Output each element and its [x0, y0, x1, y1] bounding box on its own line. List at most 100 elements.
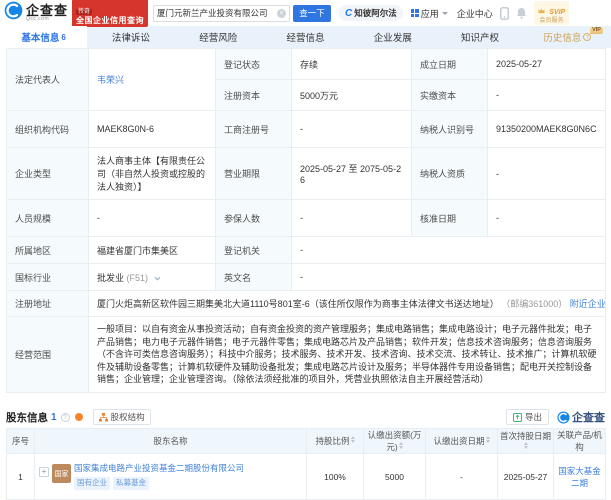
tab-operating-risk[interactable]: 经营风险: [175, 26, 262, 48]
sort-icon: [350, 436, 355, 443]
apps-label: 应用: [420, 8, 439, 19]
tab-label: 经营信息: [286, 33, 325, 44]
chevron-down-icon: [441, 11, 448, 15]
field-value: -: [291, 110, 412, 148]
first-holding-date: 2025-05-27: [497, 453, 554, 500]
qcc-watermark-icon: [557, 410, 570, 424]
qcc-watermark: 企查查: [557, 409, 605, 425]
field-label: 组织机构代码: [6, 110, 89, 148]
export-button[interactable]: 导出: [505, 409, 549, 425]
row-index: 1: [6, 453, 35, 500]
subscribed-date: -: [425, 453, 498, 500]
clear-icon[interactable]: ×: [277, 8, 287, 18]
business-scope-value: 一般项目：以自有资金从事投资活动；自有资金投资的资产管理服务；集成电路销售；集成…: [88, 316, 606, 393]
qcc-company-page: 企查查 Qcc.com 传奇 全国企业信用查询 × 查一下 C 知彼阿尔法 应用…: [0, 0, 611, 500]
notification-bell-icon[interactable]: [516, 7, 527, 19]
field-label: 实缴资本: [411, 79, 488, 111]
sort-icon: [485, 436, 490, 443]
help-circle-icon[interactable]: ?: [60, 412, 70, 422]
svip-member-link[interactable]: SVIP 会员服务: [533, 1, 570, 25]
tab-intellectual-property[interactable]: 知识产权: [436, 26, 523, 48]
equity-structure-label: 股权结构: [110, 412, 145, 422]
related-product-link[interactable]: 国家大基金二期: [558, 466, 601, 488]
credit-query-badge: 传奇 全国企业信用查询: [72, 0, 149, 28]
section-tab-bar: 基本信息 6 法律诉讼 经营风险 经营信息 企业发展 知识产权 历史信息 ? V…: [0, 26, 611, 48]
column-header-sortable[interactable]: 认缴出资额(万元): [363, 428, 426, 454]
field-label: 注册地址: [6, 290, 89, 317]
tab-history-info[interactable]: 历史信息 ? VIP: [524, 26, 611, 48]
field-label: 纳税人资质: [411, 147, 488, 200]
column-header-sortable[interactable]: 持股比例: [306, 428, 364, 454]
zhibi-alpha-link[interactable]: C 知彼阿尔法: [339, 5, 403, 21]
tab-enterprise-development[interactable]: 企业发展: [349, 26, 436, 48]
basic-info-table: 法定代表人 韦荣兴 登记状态 存续 成立日期 2025-05-27 注册资本 5…: [6, 48, 606, 393]
subscribed-amount: 5000: [363, 453, 426, 500]
field-label: 营业期限: [215, 147, 292, 200]
qcc-logo[interactable]: 企查查 Qcc.com: [4, 1, 68, 25]
field-value: 91350200MAEK8G0N6C: [487, 110, 606, 148]
shareholders-title: 股东信息: [6, 411, 48, 424]
mobile-app-icon[interactable]: [499, 6, 509, 20]
shareholders-table-header-row: 序号 股东名称 持股比例 认缴出资额(万元) 认缴出资日期 首次持股日期 关联产…: [6, 428, 606, 454]
sort-icon: [524, 442, 528, 449]
industry-code: (F51): [126, 272, 149, 283]
legal-representative-link[interactable]: 韦荣兴: [97, 75, 124, 85]
shareholder-tag[interactable]: 私募基金: [113, 477, 149, 490]
field-value: 福建省厦门市集美区: [88, 236, 216, 264]
field-label: 参保人数: [215, 199, 292, 237]
column-header: 关联产品/机构: [553, 428, 606, 454]
tab-label: 历史信息: [543, 33, 582, 44]
holding-ratio: 100%: [306, 453, 364, 500]
shareholders-table: 序号 股东名称 持股比例 认缴出资额(万元) 认缴出资日期 首次持股日期 关联产…: [6, 428, 606, 500]
search-input[interactable]: [157, 8, 278, 18]
industry-value: 批发业: [97, 272, 125, 283]
field-label: 所属地区: [6, 236, 89, 264]
shareholder-avatar: 国家: [52, 464, 71, 484]
shareholder-name-link[interactable]: 国家集成电路产业投资基金二期股份有限公司: [74, 463, 244, 473]
expand-plus-icon[interactable]: +: [39, 467, 49, 478]
field-label: 纳税人识别号: [411, 110, 488, 148]
export-icon: [513, 412, 522, 422]
apps-menu[interactable]: 应用: [410, 7, 448, 20]
field-label: 人员规模: [6, 199, 89, 237]
orange-dot-badge: [74, 413, 83, 421]
registered-address-cell: 厦门火炬高新区软件园三期集美北大道1110号801室-6（该住所仅限作为商事主体…: [88, 290, 606, 317]
tab-count-badge: 6: [61, 32, 66, 42]
field-label: 登记机关: [215, 236, 292, 264]
column-header-sortable[interactable]: 首次持股日期: [497, 428, 554, 454]
column-header-label: 首次持股日期: [500, 431, 552, 441]
field-value: -: [291, 236, 606, 264]
field-label: 法定代表人: [6, 48, 89, 111]
field-label: 成立日期: [411, 48, 488, 80]
address-value: 厦门火炬高新区软件园三期集美北大道1110号801室-6（该住所仅限作为商事主体…: [97, 299, 499, 309]
vip-badge: VIP: [590, 27, 603, 35]
tab-legal-litigation[interactable]: 法律诉讼: [87, 26, 174, 48]
equity-structure-button[interactable]: 股权结构: [92, 409, 151, 425]
field-value: 法人商事主体【有限责任公司（非自然人投资或控股的法人独资）】: [88, 147, 216, 200]
column-header-label: 认缴出资额(万元): [367, 430, 422, 452]
field-value: -: [487, 79, 606, 111]
column-header-sortable[interactable]: 认缴出资日期: [425, 428, 498, 454]
info-circle-icon: ?: [583, 33, 592, 41]
field-value: -: [291, 263, 606, 291]
tab-business-info[interactable]: 经营信息: [262, 26, 349, 48]
field-value: -: [487, 147, 606, 200]
search-button[interactable]: 查一下: [293, 4, 332, 22]
tab-basic-info[interactable]: 基本信息 6: [0, 26, 88, 48]
nearby-companies-link[interactable]: 附近企业: [570, 299, 605, 309]
tab-label: 企业发展: [373, 33, 412, 44]
sort-icon: [398, 442, 403, 449]
field-value: -: [487, 199, 606, 237]
field-value: 2025-05-27: [487, 48, 606, 80]
field-label: 注册资本: [215, 79, 292, 111]
shareholder-row: 1 + 国家 国家集成电路产业投资基金二期股份有限公司 国有企业 私募基金 10…: [6, 453, 606, 500]
svip-sublabel: 会员服务: [539, 18, 564, 24]
shareholder-name-cell: + 国家 国家集成电路产业投资基金二期股份有限公司 国有企业 私募基金: [34, 453, 307, 500]
badge-line1: 传奇: [76, 8, 93, 16]
field-label: 经营范围: [6, 316, 89, 393]
shareholder-tag[interactable]: 国有企业: [74, 477, 110, 490]
shareholders-count: 1: [51, 411, 57, 423]
field-value: 5000万元: [291, 79, 412, 111]
chevron-down-icon[interactable]: [154, 274, 160, 280]
enterprise-center-link[interactable]: 企业中心: [457, 7, 493, 20]
